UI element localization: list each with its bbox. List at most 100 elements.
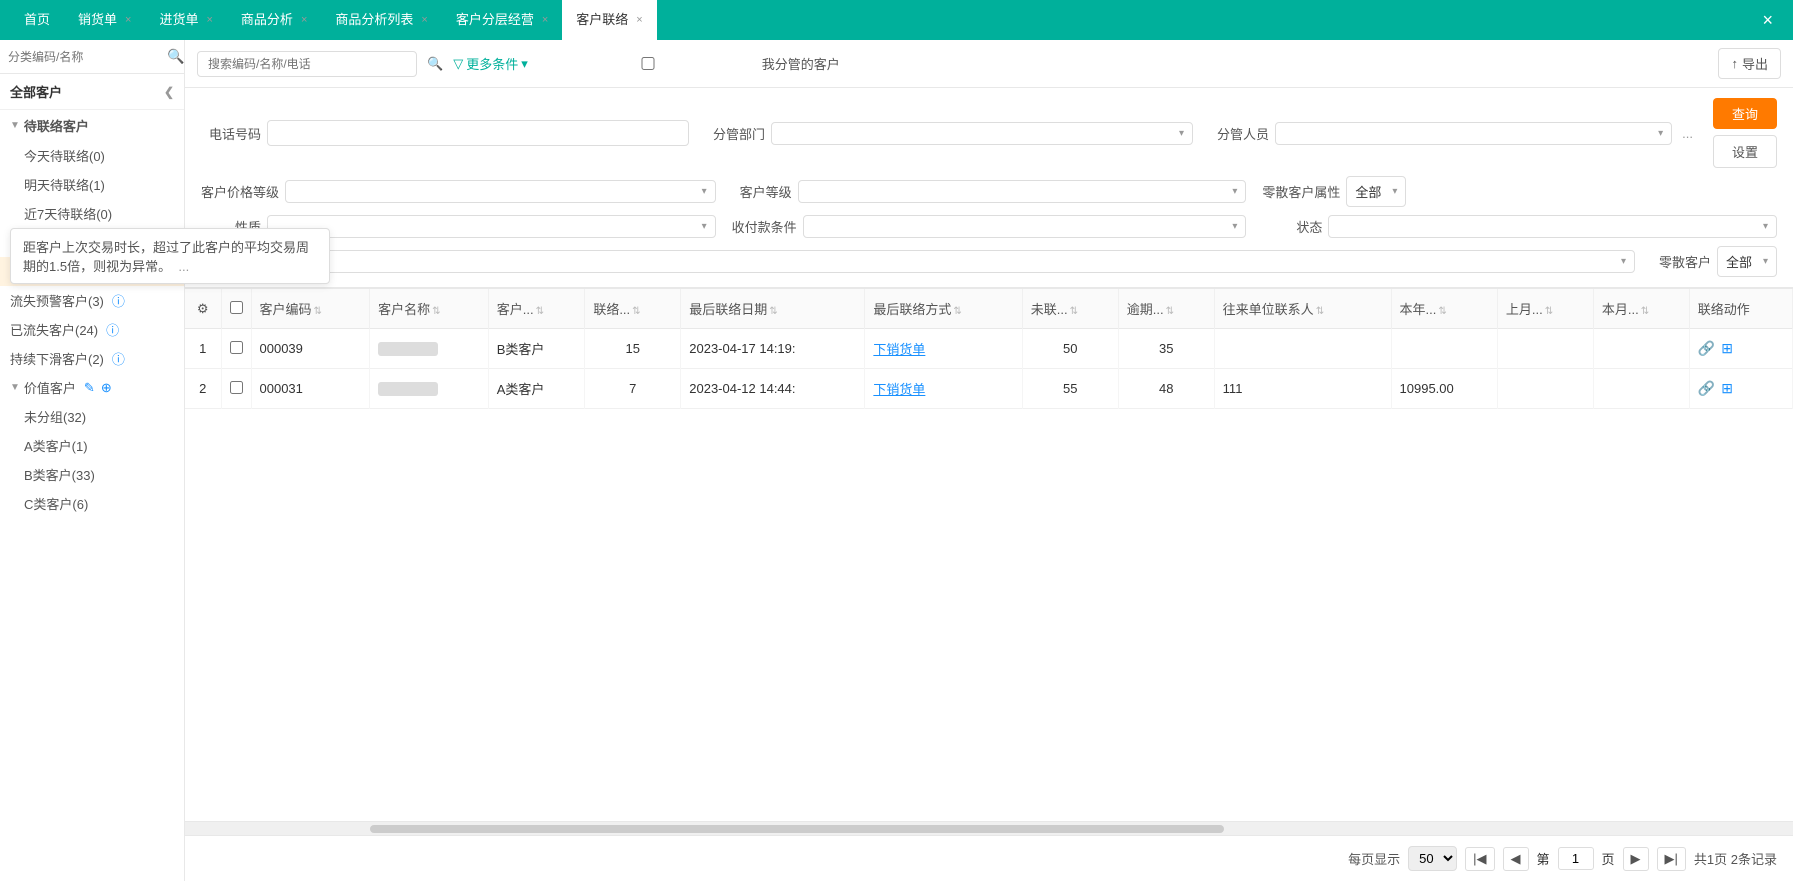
col-last-month-label: 上月...: [1506, 302, 1543, 317]
my-customer-checkbox[interactable]: [538, 57, 758, 70]
col-contact-sort[interactable]: ⇅: [632, 306, 640, 317]
tree-item-7days[interactable]: 近7天待联络(0): [0, 199, 184, 228]
row1-last-way-link[interactable]: 下销货单: [873, 342, 925, 357]
tree-item-churn-warning[interactable]: 流失预警客户(3) ⓘ: [0, 286, 184, 315]
tree-item-grade-c[interactable]: C类客户(6): [0, 489, 184, 518]
add-icon-value-group[interactable]: ⊕: [101, 380, 112, 396]
row1-select[interactable]: [230, 341, 243, 354]
col-not-contact-sort[interactable]: ⇅: [1070, 306, 1078, 317]
gender-select[interactable]: ▾: [267, 215, 716, 238]
col-checkbox[interactable]: [221, 289, 251, 329]
nav-product-analysis-list[interactable]: 商品分析列表 ×: [321, 0, 441, 40]
edit-icon-value-group[interactable]: ✎: [84, 380, 95, 396]
nav-sales-close[interactable]: ×: [125, 0, 131, 40]
status-select[interactable]: ▾: [1328, 215, 1777, 238]
person-select[interactable]: ▾: [1275, 122, 1672, 145]
tree-item-grade-b[interactable]: B类客户(33): [0, 460, 184, 489]
my-customer-checkbox-label[interactable]: 我分管的客户: [538, 54, 840, 73]
first-page-btn[interactable]: |◀: [1465, 847, 1494, 871]
row2-type: A类客户: [488, 369, 585, 409]
query-btn[interactable]: 查询: [1713, 98, 1777, 129]
settings-btn[interactable]: 设置: [1713, 135, 1777, 168]
nav-customer-segment-close[interactable]: ×: [542, 0, 548, 40]
row2-select[interactable]: [230, 381, 243, 394]
tree-item-grade-a[interactable]: A类客户(1): [0, 431, 184, 460]
nav-sales-order[interactable]: 销货单 ×: [64, 0, 145, 40]
more-filter-btn[interactable]: ▽ 更多条件 ▾: [453, 54, 528, 73]
nav-purchase-order[interactable]: 进货单 ×: [145, 0, 226, 40]
sidebar-collapse-btn[interactable]: ❮: [164, 85, 174, 99]
tree-group-value-header[interactable]: ▼ 价值客户 ✎ ⊕: [0, 373, 184, 402]
tree-group-pending-header[interactable]: ▼ 待联络客户: [0, 110, 184, 141]
col-overdue-sort[interactable]: ⇅: [1166, 306, 1174, 317]
total-label: 共1页 2条记录: [1694, 849, 1777, 868]
col-settings[interactable]: ⚙: [185, 289, 221, 329]
nav-product-analysis-close[interactable]: ×: [301, 0, 307, 40]
retail-customer-label: 零散客户: [1651, 252, 1711, 271]
row2-last-way[interactable]: 下销货单: [865, 369, 1022, 409]
nav-customer-segment-label: 客户分层经营: [456, 0, 534, 40]
col-name: 客户名称⇅: [370, 289, 489, 329]
row1-link-icon[interactable]: 🔗: [1698, 340, 1715, 357]
row2-link-icon[interactable]: 🔗: [1698, 380, 1715, 397]
phone-input[interactable]: [267, 120, 689, 146]
search-btn[interactable]: 🔍: [427, 56, 443, 72]
row1-checkbox[interactable]: [221, 329, 251, 369]
filter-status: 状态 ▾: [1262, 215, 1777, 238]
row2-checkbox[interactable]: [221, 369, 251, 409]
search-input[interactable]: [197, 51, 417, 77]
customer-type-select[interactable]: ▾: [302, 250, 1635, 273]
price-grade-select[interactable]: ▾: [285, 180, 716, 203]
nav-customer-contact[interactable]: 客户联络 ×: [562, 0, 656, 40]
tree-item-churned[interactable]: 已流失客户(24) ⓘ: [0, 315, 184, 344]
col-this-year-sort[interactable]: ⇅: [1438, 306, 1446, 317]
export-btn[interactable]: ↑ 导出: [1718, 48, 1781, 79]
col-code-sort[interactable]: ⇅: [314, 306, 322, 317]
person-dots[interactable]: ...: [1678, 126, 1697, 141]
tree-item-ungraded[interactable]: 未分组(32): [0, 402, 184, 431]
dept-select[interactable]: ▾: [771, 122, 1193, 145]
tooltip-more[interactable]: ...: [178, 259, 189, 274]
row2-overdue: 48: [1118, 369, 1214, 409]
row2-code: 000031: [251, 369, 370, 409]
row1-grid-icon[interactable]: ⊞: [1721, 340, 1733, 357]
nav-purchase-close[interactable]: ×: [206, 0, 212, 40]
tree-item-today[interactable]: 今天待联络(0): [0, 141, 184, 170]
col-this-month-sort[interactable]: ⇅: [1641, 306, 1649, 317]
page-input[interactable]: [1558, 847, 1594, 870]
customer-grade-select[interactable]: ▾: [798, 180, 1247, 203]
nav-product-analysis[interactable]: 商品分析 ×: [227, 0, 321, 40]
next-page-btn[interactable]: ▶: [1623, 847, 1649, 871]
nav-customer-segment[interactable]: 客户分层经营 ×: [442, 0, 562, 40]
sidebar-search-icon[interactable]: 🔍: [167, 48, 184, 65]
nav-home[interactable]: 首页: [10, 0, 64, 40]
sidebar-search-input[interactable]: [8, 50, 163, 64]
tree-item-tomorrow[interactable]: 明天待联络(1): [0, 170, 184, 199]
payment-select[interactable]: ▾: [803, 215, 1247, 238]
col-last-month-sort[interactable]: ⇅: [1545, 306, 1553, 317]
nav-customer-contact-close[interactable]: ×: [636, 0, 642, 40]
col-last-date-sort[interactable]: ⇅: [769, 306, 777, 317]
window-close-btn[interactable]: ×: [1752, 10, 1783, 31]
tree-item-declining[interactable]: 持续下滑客户(2) ⓘ: [0, 344, 184, 373]
col-last-way-sort[interactable]: ⇅: [953, 306, 961, 317]
retail-attr-arrow: ▾: [1392, 186, 1397, 197]
info-icon-churned[interactable]: ⓘ: [106, 320, 119, 339]
prev-page-btn[interactable]: ◀: [1503, 847, 1529, 871]
bottom-scrollbar[interactable]: [185, 821, 1793, 835]
per-page-select[interactable]: 50: [1408, 846, 1457, 871]
nav-product-list-close[interactable]: ×: [421, 0, 427, 40]
col-contact-person-sort[interactable]: ⇅: [1316, 306, 1324, 317]
last-page-btn[interactable]: ▶|: [1657, 847, 1686, 871]
info-icon-churn[interactable]: ⓘ: [112, 291, 125, 310]
retail-attr-select[interactable]: 全部 ▾: [1346, 176, 1406, 207]
info-icon-declining[interactable]: ⓘ: [112, 349, 125, 368]
select-all-checkbox[interactable]: [230, 301, 243, 314]
table-row: 2 000031 A类客户 7 2023-04-12 14:44: 下销货单 5…: [185, 369, 1793, 409]
col-type-sort[interactable]: ⇅: [536, 306, 544, 317]
col-name-sort[interactable]: ⇅: [432, 306, 440, 317]
row1-last-way[interactable]: 下销货单: [865, 329, 1022, 369]
retail-customer-select[interactable]: 全部 ▾: [1717, 246, 1777, 277]
row2-grid-icon[interactable]: ⊞: [1721, 380, 1733, 397]
row2-last-way-link[interactable]: 下销货单: [873, 382, 925, 397]
